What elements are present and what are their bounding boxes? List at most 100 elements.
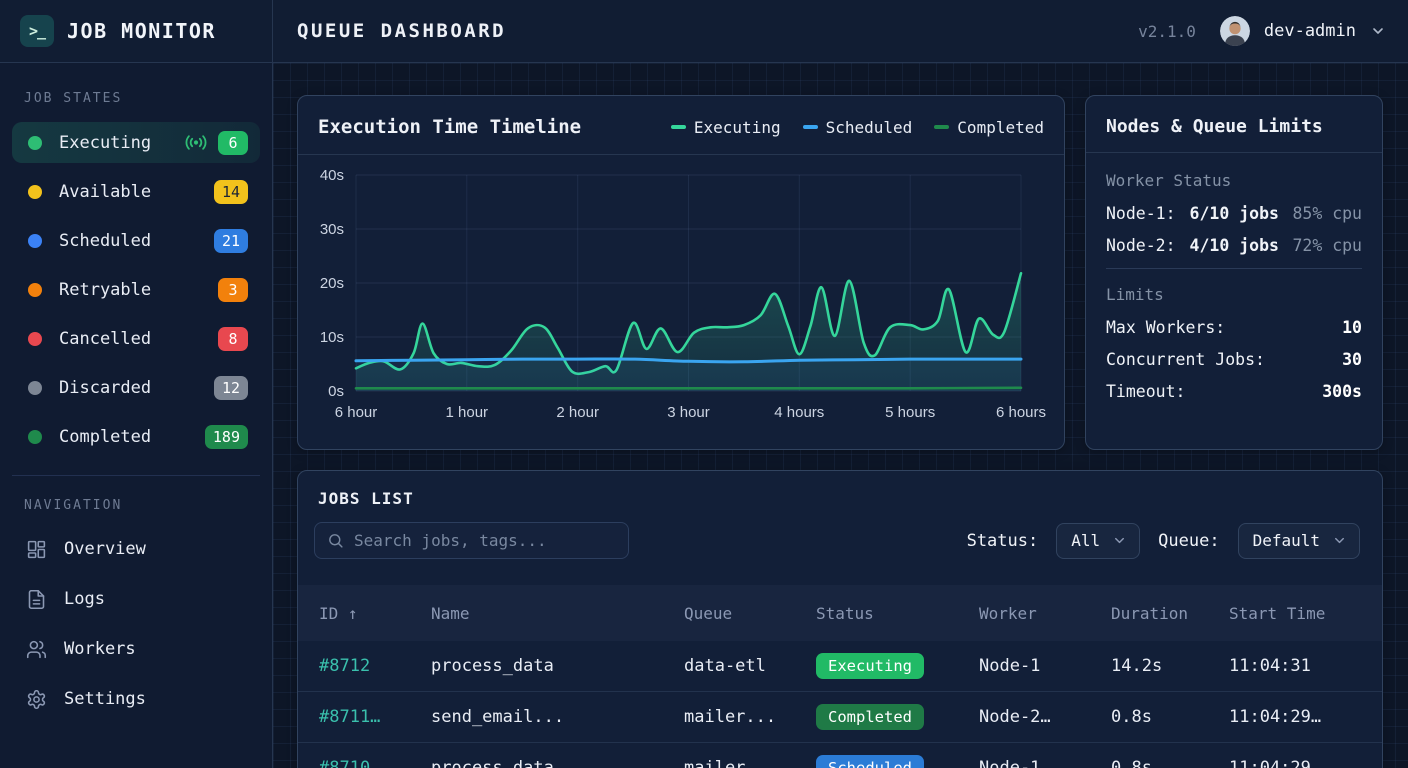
terminal-logo-icon: >_ xyxy=(20,15,54,47)
user-menu[interactable]: dev-admin xyxy=(1264,21,1356,41)
status-badge: Executing xyxy=(816,653,924,679)
topbar-right: v2.1.0 dev-admin xyxy=(1138,16,1408,46)
state-label: Retryable xyxy=(59,279,152,300)
filter-label-queue: Queue: xyxy=(1158,530,1220,551)
state-label: Scheduled xyxy=(59,230,152,251)
column-header-id[interactable]: ID ↑ xyxy=(319,604,431,623)
state-count-badge: 8 xyxy=(218,326,248,351)
jobs-list-card: JOBS LIST Status: All Queue: Default ID ↑Na… xyxy=(297,470,1383,768)
sidebar-item-logs[interactable]: Logs xyxy=(12,579,260,619)
worker-status-row: Node-2: 4/10 jobs 72% cpu xyxy=(1106,236,1362,255)
job-id-link[interactable]: #8711… xyxy=(319,707,431,727)
job-worker: Node-2… xyxy=(979,707,1051,727)
app-root: >_ JOB MONITOR QUEUE DASHBOARD v2.1.0 de… xyxy=(0,0,1408,768)
limit-row: Timeout: 300s xyxy=(1106,382,1362,401)
table-row[interactable]: #8712 process_data data-etl Executing Node-1… xyxy=(298,641,1382,692)
brand: >_ JOB MONITOR xyxy=(0,0,273,62)
sidebar-state-scheduled[interactable]: Scheduled 21 xyxy=(12,220,260,261)
limits-rows: Max Workers: 10 Concurrent Jobs: 30 Timeout:… xyxy=(1106,318,1362,401)
svg-text:6 hour: 6 hour xyxy=(335,404,378,421)
worker-status-label: Worker Status xyxy=(1106,171,1232,190)
queue-dropdown[interactable]: Default xyxy=(1237,522,1360,559)
limits-label: Limits xyxy=(1106,285,1164,304)
chart-header: Execution Time Timeline Executing Schedul… xyxy=(298,96,1064,155)
svg-text:3 hour: 3 hour xyxy=(667,404,710,421)
job-name: process_data xyxy=(431,758,554,768)
status-dot-icon xyxy=(28,429,42,444)
search-box[interactable] xyxy=(314,522,629,559)
document-icon xyxy=(26,589,47,610)
sidebar-state-discarded[interactable]: Discarded 12 xyxy=(12,367,260,408)
nav-label: Workers xyxy=(64,639,136,659)
legend-item-scheduled[interactable]: Scheduled xyxy=(802,118,912,137)
sidebar: JOB STATES Executing 6 Available 14 Schedule… xyxy=(0,63,273,768)
job-duration: 0.8s xyxy=(1111,707,1152,727)
legend-item-executing[interactable]: Executing xyxy=(670,118,781,137)
job-id-link[interactable]: #8710 xyxy=(319,758,431,768)
chevron-down-icon xyxy=(1332,533,1347,548)
svg-text:2 hour: 2 hour xyxy=(556,404,599,421)
sidebar-item-settings[interactable]: Settings xyxy=(12,679,260,719)
svg-text:5 hours: 5 hours xyxy=(885,404,935,421)
column-header-name[interactable]: Name xyxy=(431,604,684,623)
navigation-heading: NAVIGATION xyxy=(24,498,123,513)
chevron-down-icon[interactable] xyxy=(1370,23,1386,39)
status-badge: Completed xyxy=(816,704,924,730)
shell: JOB STATES Executing 6 Available 14 Schedule… xyxy=(0,63,1408,768)
legend-swatch-icon xyxy=(670,125,686,129)
legend-swatch-icon xyxy=(934,125,950,129)
app-title: JOB MONITOR xyxy=(67,19,216,43)
people-icon xyxy=(26,639,47,660)
sidebar-state-available[interactable]: Available 14 xyxy=(12,171,260,212)
job-worker: Node-1 xyxy=(979,656,1041,676)
nodes-card-title: Nodes & Queue Limits xyxy=(1086,96,1382,153)
column-header-worker[interactable]: Worker xyxy=(979,604,1111,623)
limit-row: Max Workers: 10 xyxy=(1106,318,1362,337)
sidebar-item-workers[interactable]: Workers xyxy=(12,629,260,669)
sidebar-state-retryable[interactable]: Retryable 3 xyxy=(12,269,260,310)
table-row[interactable]: #8711… send_email... mailer... Completed Nod… xyxy=(298,692,1382,743)
column-header-status[interactable]: Status xyxy=(816,604,979,623)
job-duration: 0.8s xyxy=(1111,758,1152,768)
job-id-link[interactable]: #8712 xyxy=(319,656,431,676)
timeline-chart: 0s 10s 20s 30s 40s 6 hour 1 hour 2 hour 3 hour 4 … xyxy=(298,155,1064,445)
page-title: QUEUE DASHBOARD xyxy=(297,20,507,42)
jobs-table-header: ID ↑ Name Queue Status Worker Duration Start T… xyxy=(298,585,1382,641)
job-name: send_email... xyxy=(431,707,565,727)
execution-timeline-card: Execution Time Timeline Executing Schedul… xyxy=(297,95,1065,450)
chevron-down-icon xyxy=(1112,533,1127,548)
column-header-queue[interactable]: Queue xyxy=(684,604,816,623)
status-badge: Scheduled xyxy=(816,755,924,768)
sidebar-state-executing[interactable]: Executing 6 xyxy=(12,122,260,163)
nodes-card-body: Worker Status Node-1: 6/10 jobs 85% cpu Nod… xyxy=(1086,153,1382,401)
state-label: Discarded xyxy=(59,377,152,398)
main-content: Execution Time Timeline Executing Schedul… xyxy=(273,63,1408,768)
sidebar-divider xyxy=(12,475,260,476)
jobs-list-title: JOBS LIST xyxy=(318,489,414,508)
status-dropdown[interactable]: All xyxy=(1056,522,1141,559)
svg-text:20s: 20s xyxy=(320,275,344,292)
state-count-badge: 189 xyxy=(204,424,248,449)
status-dot-icon xyxy=(28,135,42,150)
avatar xyxy=(1219,16,1250,46)
svg-text:1 hour: 1 hour xyxy=(446,404,489,421)
legend-swatch-icon xyxy=(802,125,818,129)
status-dot-icon xyxy=(28,282,42,297)
column-header-duration[interactable]: Duration xyxy=(1111,604,1229,623)
sidebar-item-overview[interactable]: Overview xyxy=(12,529,260,569)
nodes-divider xyxy=(1106,268,1362,269)
chart-title: Execution Time Timeline xyxy=(318,116,582,138)
legend-item-completed[interactable]: Completed xyxy=(934,118,1044,137)
table-row[interactable]: #8710 process_data mailer Scheduled Node-1 0.… xyxy=(298,743,1382,768)
state-label: Available xyxy=(59,181,152,202)
nav-label: Logs xyxy=(64,589,105,609)
sidebar-state-completed[interactable]: Completed 189 xyxy=(12,416,260,457)
search-input[interactable] xyxy=(354,531,616,550)
jobs-table-body: #8712 process_data data-etl Executing Node-1… xyxy=(298,641,1382,768)
column-header-starttime[interactable]: Start Time xyxy=(1229,604,1382,623)
state-count-badge: 6 xyxy=(218,130,248,155)
state-label: Executing xyxy=(59,132,152,153)
nodes-limits-card: Nodes & Queue Limits Worker Status Node-… xyxy=(1085,95,1383,450)
jobs-table: ID ↑ Name Queue Status Worker Duration Start T… xyxy=(298,585,1382,768)
sidebar-state-cancelled[interactable]: Cancelled 8 xyxy=(12,318,260,359)
